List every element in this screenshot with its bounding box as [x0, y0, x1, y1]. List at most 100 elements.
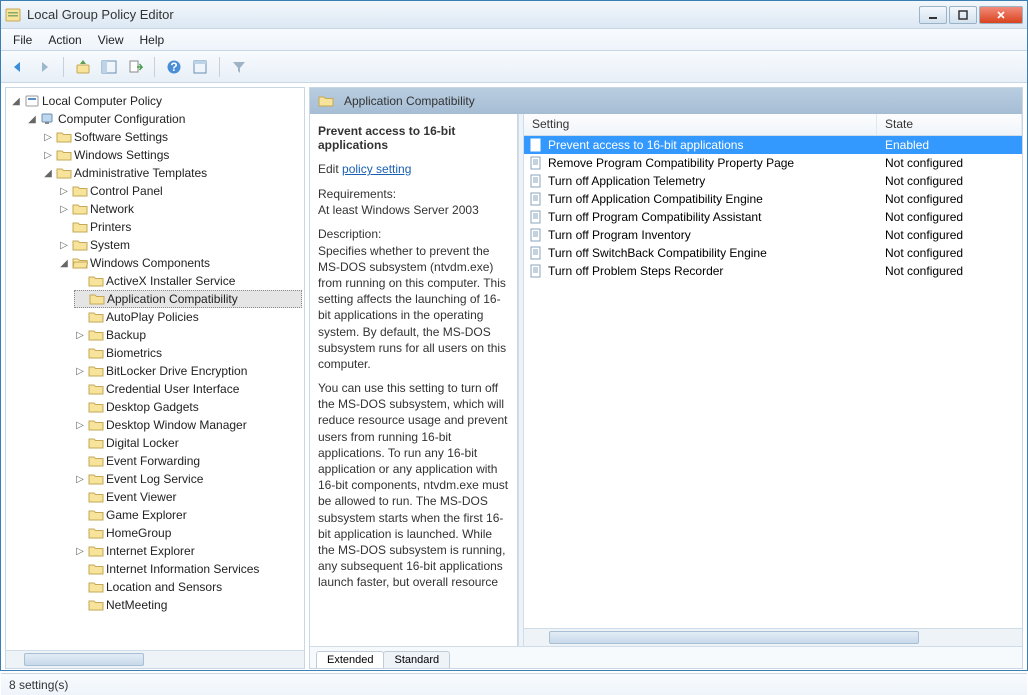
tree-printers[interactable]: Printers — [58, 218, 302, 236]
column-setting[interactable]: Setting — [524, 114, 877, 135]
folder-icon — [89, 292, 105, 306]
expand-icon[interactable]: ▷ — [42, 131, 54, 143]
tree-system[interactable]: ▷System — [58, 236, 302, 254]
setting-name: Turn off Application Telemetry — [548, 174, 877, 188]
tree-computer-configuration[interactable]: ◢ Computer Configuration — [26, 110, 302, 128]
setting-row[interactable]: Turn off Application Telemetry Not confi… — [524, 172, 1022, 190]
filter-button[interactable] — [228, 56, 250, 78]
menu-action[interactable]: Action — [40, 31, 89, 49]
setting-row[interactable]: Turn off Application Compatibility Engin… — [524, 190, 1022, 208]
tree-item[interactable]: Desktop Gadgets — [74, 398, 302, 416]
setting-row[interactable]: Remove Program Compatibility Property Pa… — [524, 154, 1022, 172]
tree-item[interactable]: Game Explorer — [74, 506, 302, 524]
folder-icon — [56, 130, 72, 144]
tree-item[interactable]: Application Compatibility — [74, 290, 302, 308]
tree-item[interactable]: Location and Sensors — [74, 578, 302, 596]
maximize-button[interactable] — [949, 6, 977, 24]
policy-item-icon — [528, 137, 544, 153]
folder-icon — [88, 598, 104, 612]
tree-item[interactable]: Credential User Interface — [74, 380, 302, 398]
tree-item[interactable]: Event Viewer — [74, 488, 302, 506]
folder-icon — [88, 562, 104, 576]
help-button[interactable]: ? — [163, 56, 185, 78]
tab-standard[interactable]: Standard — [383, 651, 450, 668]
tree-root[interactable]: ◢ Local Computer Policy — [10, 92, 302, 110]
up-button[interactable] — [72, 56, 94, 78]
tree-control-panel[interactable]: ▷Control Panel — [58, 182, 302, 200]
requirements-text: At least Windows Server 2003 — [318, 203, 479, 217]
tree-item[interactable]: ▷ Internet Explorer — [74, 542, 302, 560]
policy-item-icon — [528, 155, 544, 171]
tree-software-settings[interactable]: ▷Software Settings — [42, 128, 302, 146]
collapse-icon[interactable]: ◢ — [58, 257, 70, 269]
tree-item[interactable]: HomeGroup — [74, 524, 302, 542]
scrollbar-thumb[interactable] — [24, 653, 144, 666]
tree-item[interactable]: AutoPlay Policies — [74, 308, 302, 326]
edit-policy-link[interactable]: policy setting — [342, 162, 411, 176]
minimize-button[interactable] — [919, 6, 947, 24]
expand-icon[interactable]: ▷ — [74, 419, 86, 431]
menu-help[interactable]: Help — [132, 31, 173, 49]
list-horizontal-scrollbar[interactable] — [524, 628, 1022, 646]
tree-item[interactable]: ActiveX Installer Service — [74, 272, 302, 290]
expand-icon[interactable]: ▷ — [74, 545, 86, 557]
toolbar-separator — [63, 57, 64, 77]
tab-extended[interactable]: Extended — [316, 651, 384, 668]
export-button[interactable] — [124, 56, 146, 78]
tree-item[interactable]: Internet Information Services — [74, 560, 302, 578]
close-button[interactable] — [979, 6, 1023, 24]
tree-windows-settings[interactable]: ▷Windows Settings — [42, 146, 302, 164]
folder-icon — [88, 580, 104, 594]
folder-icon — [88, 490, 104, 504]
scrollbar-thumb[interactable] — [549, 631, 919, 644]
setting-row[interactable]: Turn off Program Compatibility Assistant… — [524, 208, 1022, 226]
tree-item[interactable]: ▷ Desktop Window Manager — [74, 416, 302, 434]
setting-state: Not configured — [877, 174, 1022, 188]
blank-twisty — [74, 491, 86, 503]
setting-row[interactable]: Turn off SwitchBack Compatibility Engine… — [524, 244, 1022, 262]
forward-button[interactable] — [33, 56, 55, 78]
blank-twisty — [74, 599, 86, 611]
tree-administrative-templates[interactable]: ◢Administrative Templates — [42, 164, 302, 182]
expand-icon[interactable]: ▷ — [74, 365, 86, 377]
expand-icon[interactable]: ▷ — [74, 473, 86, 485]
folder-icon — [88, 526, 104, 540]
tree-item[interactable]: ▷ Event Log Service — [74, 470, 302, 488]
expand-icon[interactable]: ▷ — [74, 329, 86, 341]
show-hide-tree-button[interactable] — [98, 56, 120, 78]
setting-row[interactable]: Turn off Problem Steps Recorder Not conf… — [524, 262, 1022, 280]
column-state[interactable]: State — [877, 114, 1022, 135]
toolbar: ? — [1, 51, 1027, 83]
tree-item[interactable]: Biometrics — [74, 344, 302, 362]
expand-icon[interactable]: ▷ — [58, 185, 70, 197]
properties-button[interactable] — [189, 56, 211, 78]
tree-item[interactable]: Digital Locker — [74, 434, 302, 452]
back-button[interactable] — [7, 56, 29, 78]
tree-horizontal-scrollbar[interactable] — [6, 650, 304, 668]
tree-item[interactable]: ▷ BitLocker Drive Encryption — [74, 362, 302, 380]
collapse-icon[interactable]: ◢ — [10, 95, 22, 107]
policy-tree[interactable]: ◢ Local Computer Policy ◢ Computer Confi… — [6, 88, 304, 650]
setting-state: Enabled — [877, 138, 1022, 152]
blank-twisty — [74, 311, 86, 323]
policy-item-icon — [528, 209, 544, 225]
settings-list[interactable]: Prevent access to 16-bit applications En… — [524, 136, 1022, 628]
menu-file[interactable]: File — [5, 31, 40, 49]
expand-icon[interactable]: ▷ — [58, 239, 70, 251]
collapse-icon[interactable]: ◢ — [42, 167, 54, 179]
expand-icon[interactable]: ▷ — [42, 149, 54, 161]
setting-row[interactable]: Turn off Program Inventory Not configure… — [524, 226, 1022, 244]
blank-twisty — [74, 563, 86, 575]
expand-icon[interactable]: ▷ — [58, 203, 70, 215]
tree-item[interactable]: NetMeeting — [74, 596, 302, 614]
tree-windows-components[interactable]: ◢Windows Components — [58, 254, 302, 272]
collapse-icon[interactable]: ◢ — [26, 113, 38, 125]
tree-item[interactable]: ▷ Backup — [74, 326, 302, 344]
folder-open-icon — [72, 256, 88, 270]
blank-twisty — [74, 509, 86, 521]
tree-network[interactable]: ▷Network — [58, 200, 302, 218]
setting-row[interactable]: Prevent access to 16-bit applications En… — [524, 136, 1022, 154]
menu-view[interactable]: View — [90, 31, 132, 49]
tree-item[interactable]: Event Forwarding — [74, 452, 302, 470]
folder-icon — [88, 346, 104, 360]
